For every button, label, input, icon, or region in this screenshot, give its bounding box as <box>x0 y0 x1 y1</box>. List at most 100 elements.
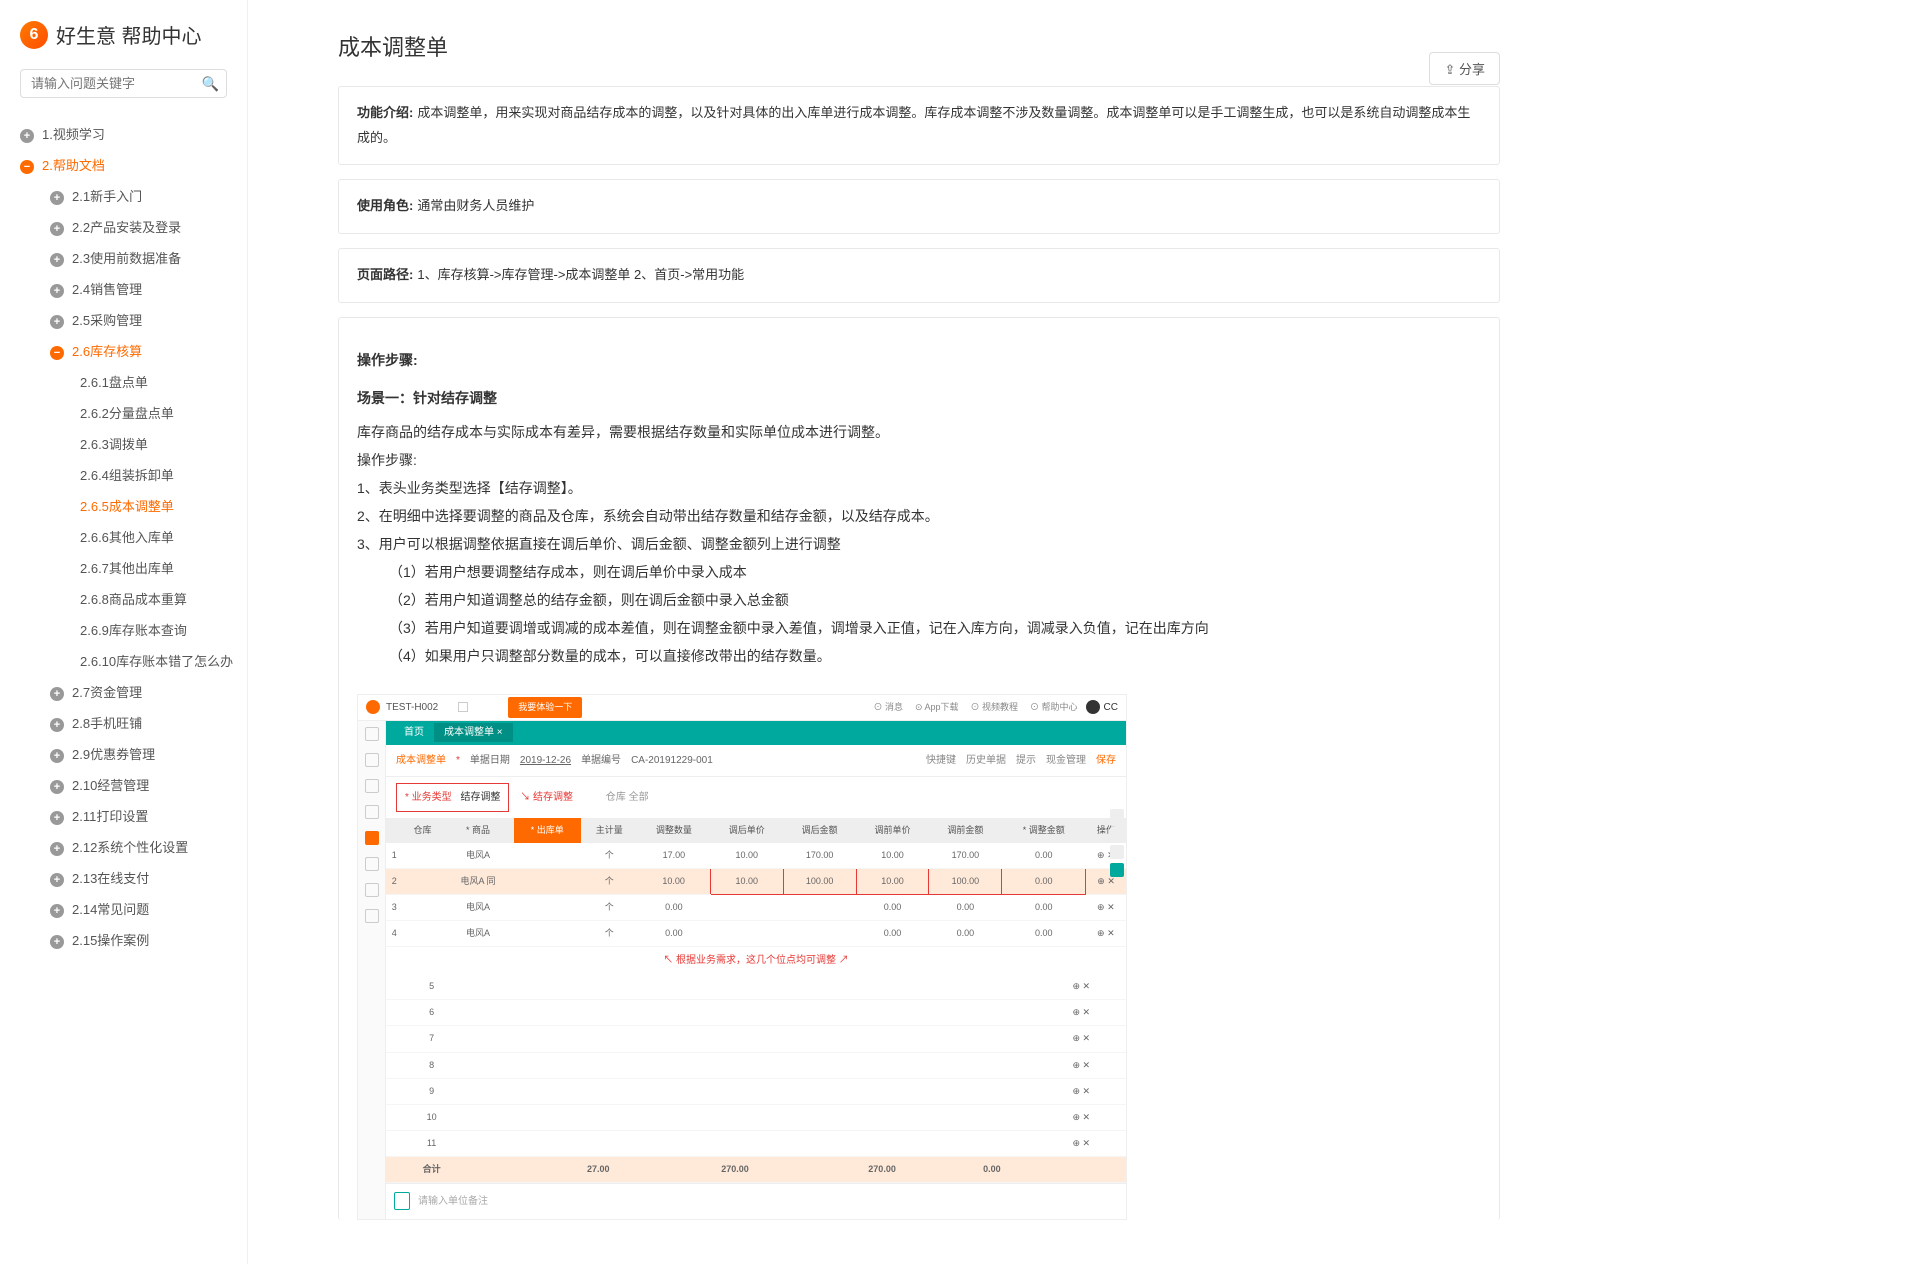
ss-active-module-icon[interactable] <box>365 831 379 845</box>
nav-item[interactable]: 2.6.8商品成本重算 <box>20 583 247 614</box>
nav-item[interactable]: 2.6.4组装拆卸单 <box>20 459 247 490</box>
ss-table: 仓库* 商品* 出库单主计量调整数量调后单价调后金额调前单价调前金额* 调整金额… <box>386 818 1126 947</box>
nav-item[interactable]: 1.视频学习 <box>20 118 247 149</box>
ss-table-row[interactable]: 4电风A个0.000.000.000.00⊕ ✕ <box>386 921 1126 947</box>
expand-icon[interactable] <box>50 842 64 856</box>
collapse-icon[interactable] <box>50 346 64 360</box>
page-title: 成本调整单 <box>338 30 1500 62</box>
ss-table-row[interactable]: 6⊕ ✕ <box>386 1000 1126 1026</box>
search-icon[interactable]: 🔍 <box>202 75 219 92</box>
nav-item[interactable]: 2.6.5成本调整单 <box>20 490 247 521</box>
nav-item[interactable]: 2.14常见问题 <box>20 893 247 924</box>
ss-table-row[interactable]: 2电风A 同个10.0010.00100.0010.00100.000.00⊕ … <box>386 868 1126 894</box>
nav-item-label: 2.6.1盘点单 <box>80 375 148 390</box>
nav-item[interactable]: 2.6.6其他入库单 <box>20 521 247 552</box>
nav-item-label: 1.视频学习 <box>42 127 105 142</box>
expand-icon[interactable] <box>50 315 64 329</box>
nav-item[interactable]: 2.6.10库存账本错了怎么办 <box>20 645 247 676</box>
nav-item[interactable]: 2.6.2分量盘点单 <box>20 397 247 428</box>
nav-item[interactable]: 2.5采购管理 <box>20 304 247 335</box>
nav-item[interactable]: 2.6库存核算 <box>20 335 247 366</box>
main-content: 成本调整单 ⇪ 分享 功能介绍:成本调整单，用来实现对商品结存成本的调整，以及针… <box>248 0 1500 1264</box>
nav-item[interactable]: 2.15操作案例 <box>20 924 247 955</box>
share-button[interactable]: ⇪ 分享 <box>1429 52 1500 85</box>
nav-item[interactable]: 2.帮助文档 <box>20 149 247 180</box>
path-text: 1、库存核算->库存管理->成本调整单 2、首页->常用功能 <box>417 267 744 282</box>
ss-table-row[interactable]: 11⊕ ✕ <box>386 1130 1126 1156</box>
nav-item[interactable]: 2.7资金管理 <box>20 676 247 707</box>
step-1: 1、表头业务类型选择【结存调整】。 <box>357 474 1481 502</box>
nav-item-label: 2.10经营管理 <box>72 778 149 793</box>
ss-table-row[interactable]: 10⊕ ✕ <box>386 1104 1126 1130</box>
expand-icon[interactable] <box>20 129 34 143</box>
expand-icon[interactable] <box>50 811 64 825</box>
ss-toolbar-link[interactable]: 快捷键 <box>926 751 956 770</box>
nav-item[interactable]: 2.12系统个性化设置 <box>20 831 247 862</box>
ss-col-header: 调前单价 <box>856 818 929 843</box>
nav-item-label: 2.6.10库存账本错了怎么办 <box>80 654 233 669</box>
expand-icon[interactable] <box>50 749 64 763</box>
nav-item[interactable]: 2.8手机旺铺 <box>20 707 247 738</box>
expand-icon[interactable] <box>50 873 64 887</box>
nav-item[interactable]: 2.11打印设置 <box>20 800 247 831</box>
role-label: 使用角色: <box>357 198 413 213</box>
expand-icon[interactable] <box>50 687 64 701</box>
ss-table-row[interactable]: 5⊕ ✕ <box>386 974 1126 1000</box>
expand-icon[interactable] <box>50 284 64 298</box>
expand-icon[interactable] <box>50 253 64 267</box>
nav-item[interactable]: 2.1新手入门 <box>20 180 247 211</box>
expand-icon[interactable] <box>50 935 64 949</box>
substep-3: （3）若用户知道要调增或调减的成本差值，则在调整金额中录入差值，调增录入正值，记… <box>357 614 1481 642</box>
expand-icon[interactable] <box>50 718 64 732</box>
ss-header-link[interactable]: ⊙ 视频教程 <box>971 699 1019 716</box>
nav-item[interactable]: 2.6.1盘点单 <box>20 366 247 397</box>
ss-toolbar-link[interactable]: 保存 <box>1096 751 1116 770</box>
ss-doc-icon <box>394 1192 410 1210</box>
nav-item-label: 2.13在线支付 <box>72 871 149 886</box>
expand-icon[interactable] <box>50 780 64 794</box>
ss-col-header: 调后单价 <box>710 818 783 843</box>
nav-item[interactable]: 2.10经营管理 <box>20 769 247 800</box>
nav-item-label: 2.帮助文档 <box>42 158 105 173</box>
ss-table-row[interactable]: 8⊕ ✕ <box>386 1052 1126 1078</box>
path-label: 页面路径: <box>357 267 413 282</box>
ss-iconbar <box>358 721 386 1219</box>
ss-biztype-field[interactable]: * 业务类型 结存调整 <box>396 783 509 812</box>
ss-toolbar-link[interactable]: 提示 <box>1016 751 1036 770</box>
ss-experience-button[interactable]: 我要体验一下 <box>508 697 582 718</box>
search-input[interactable] <box>20 69 227 98</box>
ss-tab-cost[interactable]: 成本调整单 × <box>434 723 513 742</box>
ss-col-header: * 调整金额 <box>1002 818 1086 843</box>
nav-item[interactable]: 2.6.9库存账本查询 <box>20 614 247 645</box>
intro-label: 功能介绍: <box>357 105 413 120</box>
expand-icon[interactable] <box>50 222 64 236</box>
nav-item[interactable]: 2.2产品安装及登录 <box>20 211 247 242</box>
nav-item[interactable]: 2.6.7其他出库单 <box>20 552 247 583</box>
ss-table-row[interactable]: 1电风A个17.0010.00170.0010.00170.000.00⊕ ✕ <box>386 843 1126 869</box>
ss-col-header: 调前金额 <box>929 818 1002 843</box>
ss-header-link[interactable]: ⊙ App下载 <box>915 699 959 716</box>
nav-item[interactable]: 2.4销售管理 <box>20 273 247 304</box>
expand-icon[interactable] <box>50 191 64 205</box>
ss-header-link[interactable]: ⊙ 帮助中心 <box>1030 699 1078 716</box>
ss-toolbar-link[interactable]: 现金管理 <box>1046 751 1086 770</box>
nav-item-label: 2.15操作案例 <box>72 933 149 948</box>
nav-item-label: 2.6.9库存账本查询 <box>80 623 187 638</box>
ss-table-row[interactable]: 7⊕ ✕ <box>386 1026 1126 1052</box>
ss-org: TEST-H002 <box>386 698 438 717</box>
expand-icon[interactable] <box>50 904 64 918</box>
ss-toolbar-link[interactable]: 历史单据 <box>966 751 1006 770</box>
ss-table-row[interactable]: 3电风A个0.000.000.000.00⊕ ✕ <box>386 895 1126 921</box>
ss-header-link[interactable]: ⊙ 消息 <box>873 699 903 716</box>
collapse-icon[interactable] <box>20 160 34 174</box>
nav-item[interactable]: 2.6.3调拨单 <box>20 428 247 459</box>
ss-footer-text: 请输入单位备注 <box>418 1192 488 1211</box>
nav-item[interactable]: 2.3使用前数据准备 <box>20 242 247 273</box>
nav-item-label: 2.4销售管理 <box>72 282 142 297</box>
nav-item[interactable]: 2.9优惠券管理 <box>20 738 247 769</box>
nav-item[interactable]: 2.13在线支付 <box>20 862 247 893</box>
steps-box: 操作步骤: 场景一：针对结存调整 库存商品的结存成本与实际成本有差异，需要根据结… <box>338 317 1500 1220</box>
ss-table-row[interactable]: 9⊕ ✕ <box>386 1078 1126 1104</box>
ss-tab-home[interactable]: 首页 <box>394 723 434 742</box>
ss-col-header: 仓库 <box>402 818 442 843</box>
